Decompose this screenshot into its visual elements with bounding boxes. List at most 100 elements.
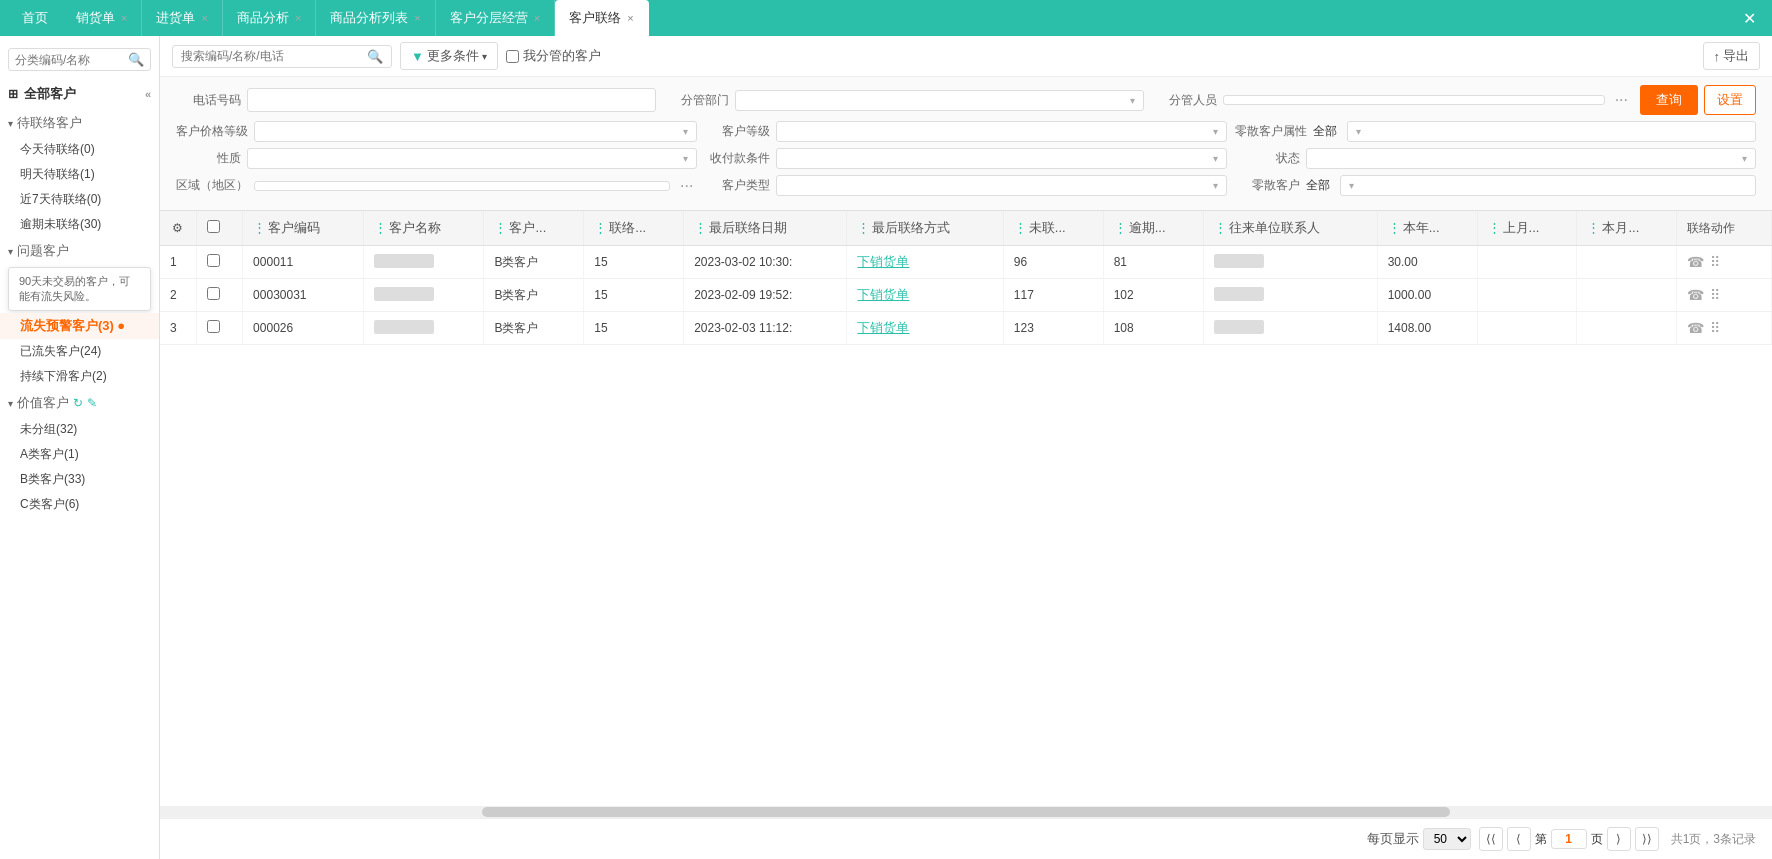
sidebar-item-churned[interactable]: 已流失客户(24) — [0, 339, 159, 364]
last-method-link[interactable]: 下销货单 — [857, 320, 909, 335]
col-unit-contact[interactable]: ⋮往来单位联系人 — [1203, 211, 1377, 246]
sidebar-search-input[interactable] — [15, 53, 128, 67]
col-name[interactable]: ⋮客户名称 — [363, 211, 484, 246]
action-more-icon[interactable]: ⠿ — [1710, 254, 1720, 270]
sidebar-item-declining[interactable]: 持续下滑客户(2) — [0, 364, 159, 389]
next-page-btn[interactable]: ⟩ — [1607, 827, 1631, 851]
first-page-btn[interactable]: ⟨⟨ — [1479, 827, 1503, 851]
customer-type-select[interactable]: ▾ — [776, 175, 1226, 196]
group-pending-contact[interactable]: ▾ 待联络客户 — [0, 109, 159, 137]
col-overdue[interactable]: ⋮逾期... — [1103, 211, 1203, 246]
sidebar-item-ungroup[interactable]: 未分组(32) — [0, 417, 159, 442]
retail-customer-select[interactable]: ▾ — [1340, 175, 1756, 196]
tab-purchase[interactable]: 进货单 × — [142, 0, 222, 36]
sidebar-item-c-class[interactable]: C类客户(6) — [0, 492, 159, 517]
col-this-year[interactable]: ⋮本年... — [1377, 211, 1477, 246]
group-problem-customers[interactable]: ▾ 问题客户 — [0, 237, 159, 265]
per-page-select[interactable]: 50 — [1423, 828, 1471, 850]
col-type[interactable]: ⋮客户... — [484, 211, 584, 246]
payment-select[interactable]: ▾ — [776, 148, 1226, 169]
more-conditions-btn[interactable]: ▼ 更多条件 ▾ — [400, 42, 498, 70]
last-method-link[interactable]: 下销货单 — [857, 287, 909, 302]
sidebar-search-box[interactable]: 🔍 — [8, 48, 151, 71]
sidebar-item-b-class[interactable]: B类客户(33) — [0, 467, 159, 492]
retail-attr-select[interactable]: ▾ — [1347, 121, 1756, 142]
my-customers-checkbox-label[interactable]: 我分管的客户 — [506, 47, 601, 65]
checkbox-column[interactable] — [196, 211, 243, 246]
col-this-month[interactable]: ⋮本月... — [1577, 211, 1677, 246]
row-last-method[interactable]: 下销货单 — [847, 246, 1003, 279]
last-method-link[interactable]: 下销货单 — [857, 254, 909, 269]
window-close-button[interactable]: ✕ — [1735, 9, 1764, 28]
sidebar-item-overdue[interactable]: 逾期未联络(30) — [0, 212, 159, 237]
col-contact[interactable]: ⋮联络... — [584, 211, 684, 246]
sidebar-item-churn-warning[interactable]: 流失预警客户(3) ● — [0, 313, 159, 339]
tab-home[interactable]: 首页 — [8, 9, 62, 27]
row-checkbox[interactable] — [196, 312, 243, 345]
main-search-input[interactable] — [181, 49, 363, 63]
main-search-icon[interactable]: 🔍 — [367, 49, 383, 64]
tab-analysis[interactable]: 商品分析 × — [223, 0, 316, 36]
region-dots[interactable]: ··· — [676, 177, 697, 195]
close-sales-tab[interactable]: × — [121, 12, 127, 24]
region-select[interactable] — [254, 181, 670, 191]
col-last-method[interactable]: ⋮最后联络方式 — [847, 211, 1003, 246]
gear-column[interactable]: ⚙ — [160, 211, 196, 246]
dept-select[interactable]: ▾ — [735, 90, 1144, 111]
gender-select[interactable]: ▾ — [247, 148, 697, 169]
action-connect-icon[interactable]: ☎ — [1687, 287, 1704, 303]
prev-page-btn[interactable]: ⟨ — [1507, 827, 1531, 851]
export-button[interactable]: ↑ 导出 — [1703, 42, 1761, 70]
my-customers-checkbox[interactable] — [506, 50, 519, 63]
page-input[interactable] — [1551, 829, 1587, 849]
close-customer-tier-tab[interactable]: × — [534, 12, 540, 24]
row-select-checkbox[interactable] — [207, 287, 220, 300]
row-last-method[interactable]: 下销货单 — [847, 279, 1003, 312]
col-last-date[interactable]: ⋮最后联络日期 — [684, 211, 847, 246]
sidebar-item-tomorrow[interactable]: 明天待联络(1) — [0, 162, 159, 187]
row-last-method[interactable]: 下销货单 — [847, 312, 1003, 345]
action-more-icon[interactable]: ⠿ — [1710, 320, 1720, 336]
row-checkbox[interactable] — [196, 279, 243, 312]
row-index: 3 — [160, 312, 196, 345]
tab-analysis-list[interactable]: 商品分析列表 × — [316, 0, 435, 36]
edit-icon[interactable]: ✎ — [87, 396, 97, 410]
tab-sales[interactable]: 销货单 × — [62, 0, 142, 36]
horizontal-scrollbar[interactable] — [160, 806, 1772, 818]
manager-select[interactable] — [1223, 95, 1605, 105]
row-select-checkbox[interactable] — [207, 254, 220, 267]
sidebar-item-a-class[interactable]: A类客户(1) — [0, 442, 159, 467]
close-analysis-list-tab[interactable]: × — [414, 12, 420, 24]
sidebar-item-7days[interactable]: 近7天待联络(0) — [0, 187, 159, 212]
col-code[interactable]: ⋮客户编码 — [243, 211, 364, 246]
price-level-select[interactable]: ▾ — [254, 121, 697, 142]
action-connect-icon[interactable]: ☎ — [1687, 254, 1704, 270]
last-page-btn[interactable]: ⟩⟩ — [1635, 827, 1659, 851]
phone-input[interactable] — [247, 88, 656, 112]
sidebar-item-today[interactable]: 今天待联络(0) — [0, 137, 159, 162]
settings-button[interactable]: 设置 — [1704, 85, 1756, 115]
tab-customer-tier[interactable]: 客户分层经营 × — [436, 0, 555, 36]
search-box[interactable]: 🔍 — [172, 45, 392, 68]
all-customers-item[interactable]: ⊞ 全部客户 « — [0, 79, 159, 109]
close-analysis-tab[interactable]: × — [295, 12, 301, 24]
status-select[interactable]: ▾ — [1306, 148, 1756, 169]
query-button[interactable]: 查询 — [1640, 85, 1698, 115]
row-select-checkbox[interactable] — [207, 320, 220, 333]
scroll-thumb[interactable] — [482, 807, 1449, 817]
customer-level-select[interactable]: ▾ — [776, 121, 1226, 142]
col-uncontacted[interactable]: ⋮未联... — [1003, 211, 1103, 246]
collapse-sidebar-icon[interactable]: « — [145, 88, 151, 100]
tab-customer-connect[interactable]: 客户联络 × — [555, 0, 648, 36]
select-all-checkbox[interactable] — [207, 220, 220, 233]
retail-customer-value: 全部 — [1306, 177, 1330, 194]
col-last-month[interactable]: ⋮上月... — [1477, 211, 1577, 246]
group-value-customers[interactable]: ▾ 价值客户 ↻ ✎ — [0, 389, 159, 417]
manager-dots[interactable]: ··· — [1611, 91, 1632, 109]
action-more-icon[interactable]: ⠿ — [1710, 287, 1720, 303]
action-connect-icon[interactable]: ☎ — [1687, 320, 1704, 336]
refresh-icon[interactable]: ↻ — [73, 396, 83, 410]
close-customer-connect-tab[interactable]: × — [627, 12, 633, 24]
close-purchase-tab[interactable]: × — [201, 12, 207, 24]
row-checkbox[interactable] — [196, 246, 243, 279]
